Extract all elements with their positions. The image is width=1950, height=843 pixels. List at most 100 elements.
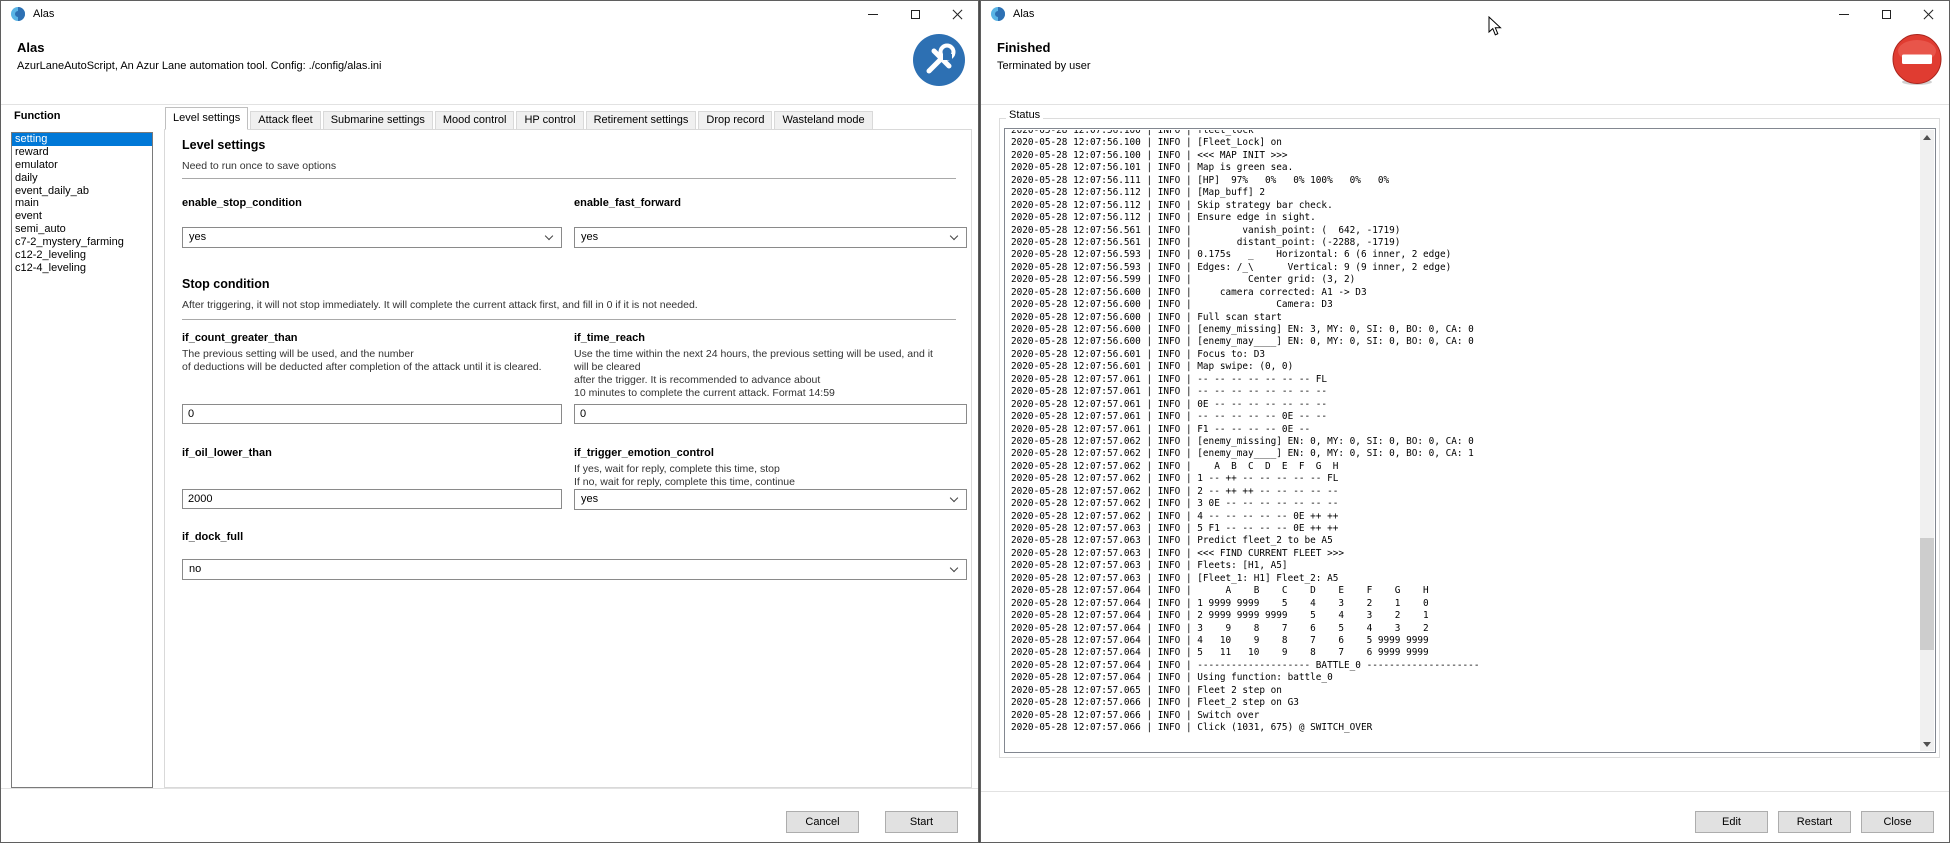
if-dock-full-select[interactable]: no xyxy=(182,559,967,580)
maximize-button[interactable] xyxy=(1865,1,1907,28)
close-icon xyxy=(1923,9,1934,20)
minimize-icon xyxy=(868,14,878,15)
settings-tab[interactable]: HP control xyxy=(516,111,583,130)
function-list-item[interactable]: main xyxy=(12,197,152,210)
log-line: 2020-05-28 12:07:57.061 | INFO | F1 -- -… xyxy=(1011,424,1919,436)
log-line: 2020-05-28 12:07:57.062 | INFO | [enemy_… xyxy=(1011,436,1919,448)
tools-icon xyxy=(913,34,965,86)
if-count-greater-than-input[interactable] xyxy=(182,404,562,424)
stop-icon xyxy=(1891,34,1943,86)
log-line: 2020-05-28 12:07:57.064 | INFO | 1 9999 … xyxy=(1011,598,1919,610)
status-subtitle: Terminated by user xyxy=(997,60,1091,72)
function-list-item[interactable]: emulator xyxy=(12,159,152,172)
if-oil-lower-than-input[interactable] xyxy=(182,489,562,509)
function-list-item[interactable]: c7-2_mystery_farming xyxy=(12,236,152,249)
settings-tab[interactable]: Attack fleet xyxy=(250,111,320,130)
enable-fast-forward-select[interactable]: yes xyxy=(574,227,967,248)
settings-tabs: Level settingsAttack fleetSubmarine sett… xyxy=(165,107,875,130)
log-line: 2020-05-28 12:07:57.064 | INFO | 5 11 10… xyxy=(1011,647,1919,659)
settings-tab[interactable]: Level settings xyxy=(165,107,248,130)
close-button[interactable] xyxy=(1907,1,1949,28)
log-line: 2020-05-28 12:07:57.065 | INFO | Fleet 2… xyxy=(1011,685,1919,697)
scroll-up-icon[interactable] xyxy=(1920,130,1934,144)
log-line: 2020-05-28 12:07:57.064 | INFO | 4 10 9 … xyxy=(1011,635,1919,647)
log-line: 2020-05-28 12:07:56.112 | INFO | Skip st… xyxy=(1011,200,1919,212)
minimize-icon xyxy=(1839,14,1849,15)
if-time-reach-desc: Use the time within the next 24 hours, t… xyxy=(574,348,969,400)
minimize-button[interactable] xyxy=(852,1,894,28)
function-list[interactable]: settingrewardemulatordailyevent_daily_ab… xyxy=(11,132,153,788)
restart-button[interactable]: Restart xyxy=(1778,811,1851,833)
enable-stop-condition-select[interactable]: yes xyxy=(182,227,562,248)
if-dock-full-label: if_dock_full xyxy=(182,531,243,543)
log-line: 2020-05-28 12:07:56.100 | INFO | fleet_l… xyxy=(1011,130,1919,137)
scrollbar-thumb[interactable] xyxy=(1920,538,1934,650)
section-title: Stop condition xyxy=(182,277,269,291)
close-icon xyxy=(952,9,963,20)
log-line: 2020-05-28 12:07:56.100 | INFO | [Fleet_… xyxy=(1011,137,1919,149)
log-line: 2020-05-28 12:07:56.112 | INFO | Ensure … xyxy=(1011,212,1919,224)
log-line: 2020-05-28 12:07:57.062 | INFO | 4 -- --… xyxy=(1011,511,1919,523)
log-line: 2020-05-28 12:07:56.600 | INFO | Full sc… xyxy=(1011,312,1919,324)
separator xyxy=(182,178,956,179)
status-title: Finished xyxy=(997,40,1050,55)
section-title: Level settings xyxy=(182,138,265,152)
titlebar-left[interactable]: Alas xyxy=(1,1,978,28)
function-list-item[interactable]: c12-2_leveling xyxy=(12,249,152,262)
if-time-reach-input[interactable] xyxy=(574,404,967,424)
log-line: 2020-05-28 12:07:57.064 | INFO | A B C D… xyxy=(1011,585,1919,597)
function-list-item[interactable]: event_daily_ab xyxy=(12,185,152,198)
select-value: no xyxy=(189,563,201,575)
settings-tab[interactable]: Submarine settings xyxy=(323,111,433,130)
select-value: yes xyxy=(581,493,598,505)
log-line: 2020-05-28 12:07:57.063 | INFO | 5 F1 --… xyxy=(1011,523,1919,535)
if-oil-lower-than-label: if_oil_lower_than xyxy=(182,447,272,459)
settings-tab[interactable]: Retirement settings xyxy=(586,111,697,130)
settings-tab[interactable]: Mood control xyxy=(435,111,515,130)
maximize-icon xyxy=(911,10,920,19)
function-list-item[interactable]: semi_auto xyxy=(12,223,152,236)
log-line: 2020-05-28 12:07:57.064 | INFO | 3 9 8 7… xyxy=(1011,623,1919,635)
log-line: 2020-05-28 12:07:56.101 | INFO | Map is … xyxy=(1011,162,1919,174)
scroll-down-icon[interactable] xyxy=(1920,737,1934,751)
function-list-item[interactable]: daily xyxy=(12,172,152,185)
window-alas-config: Alas Alas AzurLaneAutoScript, An Azur La… xyxy=(0,0,979,843)
if-trigger-emotion-control-label: if_trigger_emotion_control xyxy=(574,447,714,459)
log-line: 2020-05-28 12:07:57.062 | INFO | 2 -- ++… xyxy=(1011,486,1919,498)
chevron-down-icon xyxy=(545,232,553,240)
log-output[interactable]: 2020-05-28 12:07:56.100 | INFO | fleet_l… xyxy=(1004,128,1936,753)
log-line: 2020-05-28 12:07:56.561 | INFO | distant… xyxy=(1011,237,1919,249)
settings-tab[interactable]: Wasteland mode xyxy=(774,111,872,130)
settings-tab[interactable]: Drop record xyxy=(698,111,772,130)
function-list-item[interactable]: event xyxy=(12,210,152,223)
log-line: 2020-05-28 12:07:56.599 | INFO | Center … xyxy=(1011,274,1919,286)
function-panel-label: Function xyxy=(14,110,60,122)
titlebar-right[interactable]: Alas xyxy=(981,1,1949,28)
header-divider xyxy=(981,104,1949,105)
log-line: 2020-05-28 12:07:56.100 | INFO | <<< MAP… xyxy=(1011,150,1919,162)
function-list-item[interactable]: setting xyxy=(12,133,152,146)
select-value: yes xyxy=(189,231,206,243)
log-line: 2020-05-28 12:07:57.064 | INFO | Using f… xyxy=(1011,672,1919,684)
maximize-button[interactable] xyxy=(894,1,936,28)
close-window-button[interactable]: Close xyxy=(1861,811,1934,833)
edit-button[interactable]: Edit xyxy=(1695,811,1768,833)
function-list-item[interactable]: c12-4_leveling xyxy=(12,262,152,275)
minimize-button[interactable] xyxy=(1823,1,1865,28)
log-line: 2020-05-28 12:07:56.601 | INFO | Map swi… xyxy=(1011,361,1919,373)
function-list-item[interactable]: reward xyxy=(12,146,152,159)
log-line: 2020-05-28 12:07:57.063 | INFO | [Fleet_… xyxy=(1011,573,1919,585)
if-trigger-emotion-control-select[interactable]: yes xyxy=(574,489,967,510)
start-button[interactable]: Start xyxy=(885,811,958,833)
log-line: 2020-05-28 12:07:56.600 | INFO | Camera:… xyxy=(1011,299,1919,311)
log-scrollbar[interactable] xyxy=(1920,130,1934,751)
log-line: 2020-05-28 12:07:57.066 | INFO | Switch … xyxy=(1011,710,1919,722)
if-count-greater-than-label: if_count_greater_than xyxy=(182,332,298,344)
status-groupbox-label: Status xyxy=(1006,109,1043,121)
footer-divider xyxy=(1,788,978,789)
separator xyxy=(182,319,956,320)
log-line: 2020-05-28 12:07:56.111 | INFO | [HP] 97… xyxy=(1011,175,1919,187)
cancel-button[interactable]: Cancel xyxy=(786,811,859,833)
if-count-greater-than-desc: The previous setting will be used, and t… xyxy=(182,348,567,374)
close-button[interactable] xyxy=(936,1,978,28)
